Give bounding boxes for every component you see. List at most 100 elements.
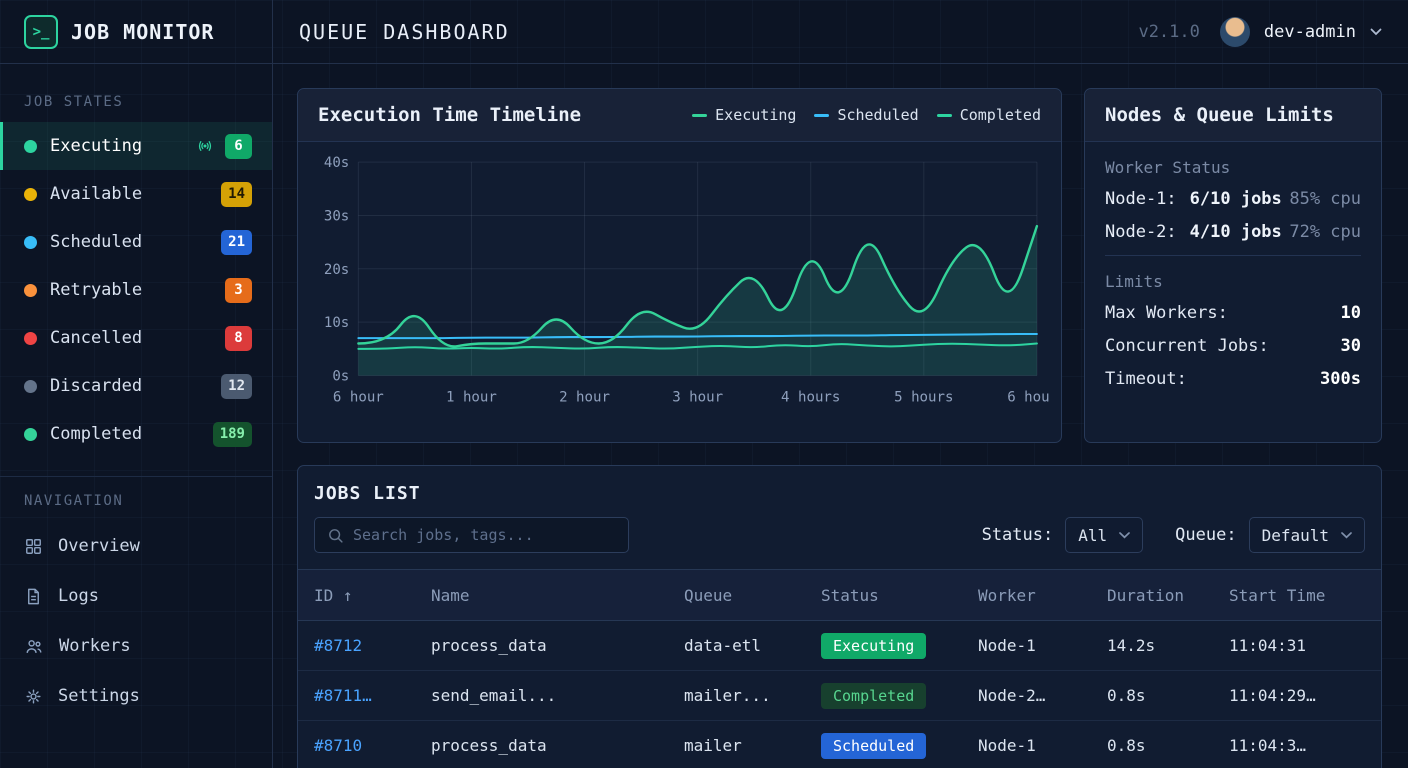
user-avatar[interactable] — [1219, 16, 1250, 47]
limit-label: Timeout: — [1105, 369, 1187, 389]
legend-dash — [936, 113, 952, 117]
job-worker: Node-2… — [978, 686, 1046, 705]
state-dot — [24, 379, 37, 393]
status-badge: Scheduled — [821, 732, 927, 759]
jobs-list-title: JOBS LIST — [314, 483, 421, 504]
sidebar-state-retryable[interactable]: Retryable 3 — [0, 266, 272, 314]
nav-item-logs[interactable]: Logs — [0, 571, 272, 621]
column-header[interactable]: Status — [821, 586, 978, 605]
state-dot — [24, 139, 37, 153]
svg-text:2 hour: 2 hour — [559, 390, 610, 406]
job-id-link[interactable]: #8711… — [314, 686, 431, 705]
limit-label: Max Workers: — [1105, 303, 1228, 323]
grid-icon — [26, 538, 41, 554]
state-dot — [24, 331, 37, 345]
job-status: Scheduled — [821, 732, 978, 759]
sidebar-state-completed[interactable]: Completed 189 — [0, 410, 272, 458]
legend-dash — [692, 113, 708, 117]
job-states-list: Executing 6 Available 14 Scheduled 21 Retryabl… — [0, 122, 272, 458]
svg-text:1 hour: 1 hour — [446, 390, 497, 406]
timeline-title: Execution Time Timeline — [318, 104, 582, 126]
file-icon — [28, 588, 39, 604]
job-name: send_email... — [431, 686, 557, 705]
state-right: 6 — [195, 133, 252, 159]
sidebar-state-executing[interactable]: Executing 6 — [0, 122, 272, 170]
state-right: 14 — [221, 181, 252, 207]
state-label: Executing — [50, 136, 143, 156]
legend-item-executing: Executing — [692, 106, 796, 124]
svg-text:40s: 40s — [324, 155, 349, 171]
column-header[interactable]: ID ↑ — [314, 586, 431, 605]
svg-text:5 hours: 5 hours — [894, 390, 953, 406]
job-worker: Node-1 — [978, 736, 1036, 755]
limits-subhead: Limits — [1105, 272, 1163, 291]
node-cpu: 85% cpu — [1289, 189, 1361, 209]
column-header[interactable]: Queue — [684, 586, 821, 605]
node-jobs: 6/10 jobs — [1189, 189, 1282, 209]
legend-label: Executing — [715, 106, 797, 124]
sidebar-state-discarded[interactable]: Discarded 12 — [0, 362, 272, 410]
job-worker: Node-1 — [978, 636, 1036, 655]
worker-node-row: Node-2: 4/10 jobs 72% cpu — [1105, 222, 1361, 242]
svg-text:10s: 10s — [324, 315, 349, 331]
chevron-down-icon[interactable] — [1370, 28, 1382, 36]
sidebar-state-cancelled[interactable]: Cancelled 8 — [0, 314, 272, 362]
queue-filter-value: Default — [1261, 525, 1329, 545]
column-header[interactable]: Start Time — [1229, 586, 1365, 605]
column-header[interactable]: Worker — [978, 586, 1107, 605]
version-label: v2.1.0 — [1138, 21, 1200, 42]
legend-label: Scheduled — [837, 106, 919, 124]
state-count-badge: 21 — [221, 229, 252, 255]
job-status: Completed — [821, 682, 978, 709]
nav-label: Settings — [58, 686, 140, 706]
job-id-link[interactable]: #8712 — [314, 636, 431, 655]
jobs-table-body: #8712 process_data data-etl Executing Node-1… — [298, 621, 1381, 768]
job-row[interactable]: #8710 process_data mailer Scheduled Node-1 0.… — [298, 721, 1381, 768]
column-header[interactable]: Name — [431, 586, 684, 605]
status-filter-select[interactable]: All — [1065, 517, 1144, 553]
job-row[interactable]: #8711… send_email... mailer... Completed Nod… — [298, 671, 1381, 721]
topbar-main: QUEUE DASHBOARD v2.1.0 dev-admin — [273, 0, 1408, 63]
job-start-time: 11:04:3… — [1229, 736, 1307, 755]
nodes-card: Nodes & Queue Limits Worker Status Node-… — [1084, 88, 1382, 443]
nodes-card-header: Nodes & Queue Limits — [1085, 89, 1381, 142]
job-row[interactable]: #8712 process_data data-etl Executing Node-1… — [298, 621, 1381, 671]
job-id-link[interactable]: #8710 — [314, 736, 431, 755]
sidebar-state-scheduled[interactable]: Scheduled 21 — [0, 218, 272, 266]
nav-item-workers[interactable]: Workers — [0, 621, 272, 671]
queue-filter-select[interactable]: Default — [1248, 517, 1365, 553]
limit-value: 10 — [1340, 303, 1361, 323]
state-count-badge: 14 — [221, 181, 252, 207]
worker-nodes-list: Node-1: 6/10 jobs 85% cpu Node-2: 4/10 jobs 7… — [1105, 189, 1361, 242]
sidebar-divider — [0, 476, 272, 477]
node-jobs: 4/10 jobs — [1189, 222, 1282, 242]
timeline-card-header: Execution Time Timeline Executing Schedul… — [298, 89, 1061, 142]
svg-text:0s: 0s — [332, 369, 349, 385]
node-name: Node-1: — [1105, 189, 1177, 209]
nodes-title: Nodes & Queue Limits — [1105, 104, 1334, 126]
sidebar-state-available[interactable]: Available 14 — [0, 170, 272, 218]
chart-legend: Executing Scheduled Completed — [692, 106, 1041, 124]
nav-label: Overview — [58, 536, 140, 556]
page-title: QUEUE DASHBOARD — [299, 19, 510, 44]
job-duration: 0.8s — [1107, 686, 1146, 705]
chart-area: 0s 10s 20s 30s 40s 6 hour 1 hour 2 hour 3 hour 4 … — [298, 142, 1061, 442]
limit-label: Concurrent Jobs: — [1105, 336, 1269, 356]
legend-label: Completed — [959, 106, 1041, 124]
state-count-badge: 8 — [225, 325, 252, 351]
nav-item-overview[interactable]: Overview — [0, 521, 272, 571]
limit-value: 30 — [1340, 336, 1361, 356]
job-queue: mailer... — [684, 686, 771, 705]
state-right: 21 — [221, 229, 252, 255]
search-input[interactable] — [353, 526, 616, 544]
state-label: Retryable — [50, 280, 143, 300]
worker-status-subhead: Worker Status — [1105, 158, 1231, 177]
job-states-header: JOB STATES — [24, 94, 124, 110]
topbar: >_ JOB MONITOR QUEUE DASHBOARD v2.1.0 de… — [0, 0, 1408, 64]
job-status: Executing — [821, 632, 978, 659]
state-right: 3 — [225, 277, 252, 303]
limit-row: Timeout: 300s — [1105, 369, 1361, 389]
search-box[interactable] — [314, 517, 629, 553]
column-header[interactable]: Duration — [1107, 586, 1229, 605]
nav-item-settings[interactable]: Settings — [0, 671, 272, 721]
